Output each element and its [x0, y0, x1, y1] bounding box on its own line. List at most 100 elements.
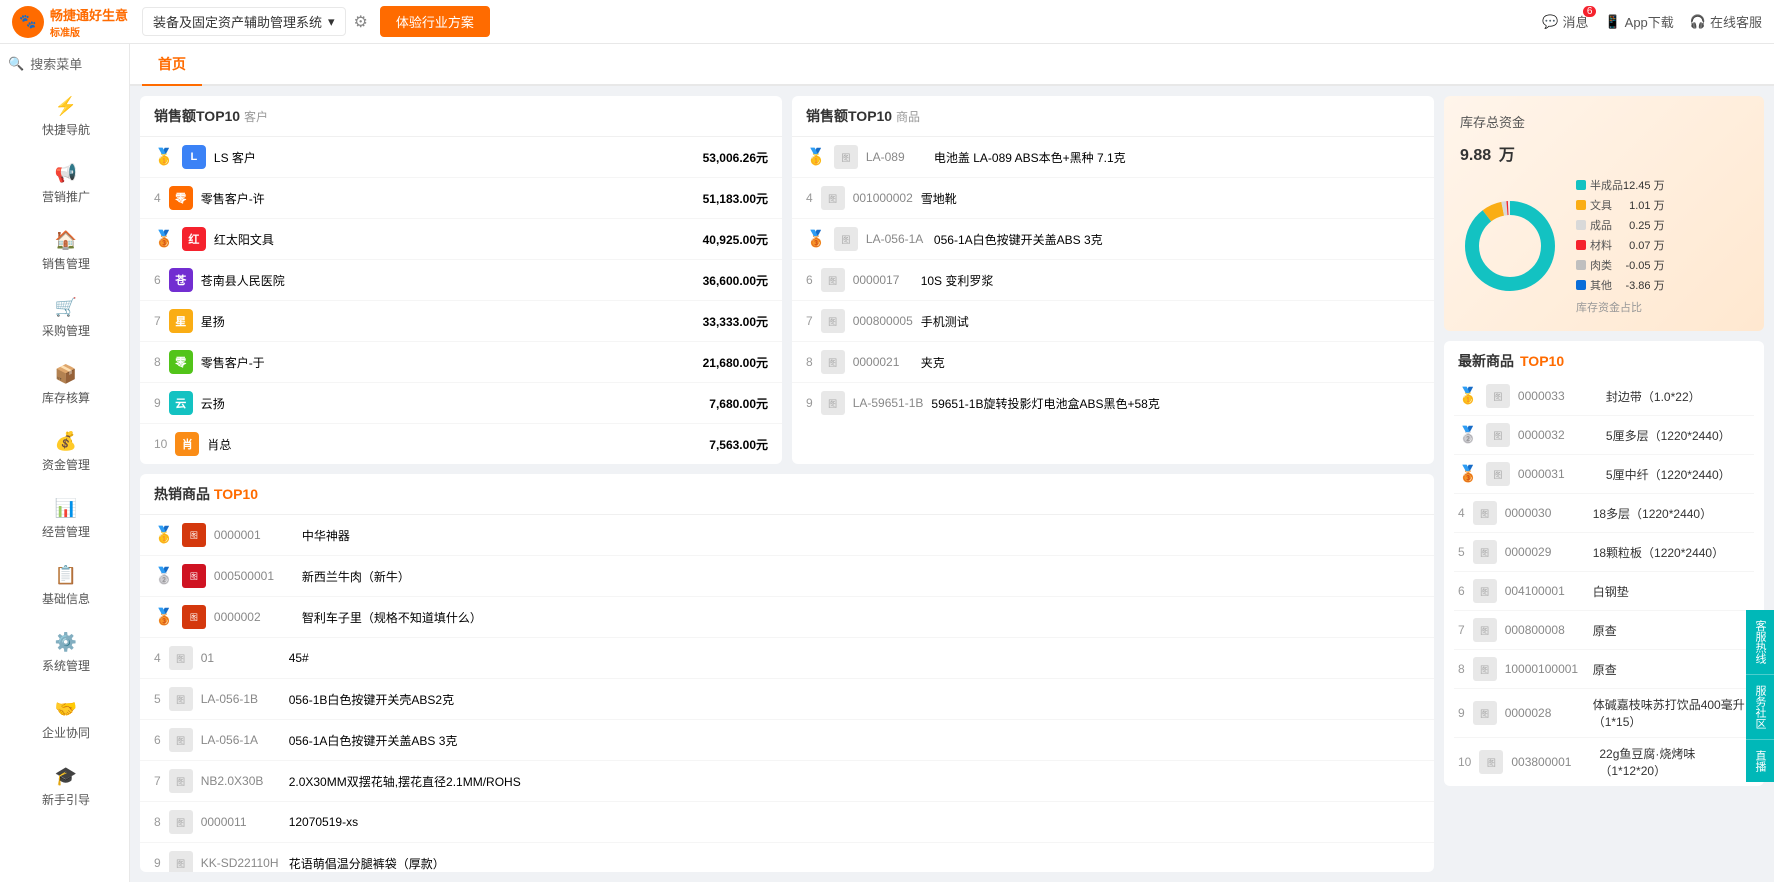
product-name: 雪地靴 [921, 190, 957, 207]
tab-home[interactable]: 首页 [142, 44, 202, 86]
sidebar-item-system[interactable]: ⚙️ 系统管理 [0, 619, 129, 686]
product-thumb: 图 [1473, 501, 1497, 525]
product-thumb: 图 [821, 391, 845, 415]
basic-info-icon: 📋 [55, 564, 77, 586]
customer-amount: 7,563.00元 [709, 436, 768, 453]
top-products-header: 销售额TOP10 商品 [792, 96, 1434, 137]
float-btn-live[interactable]: 直播 [1746, 740, 1774, 782]
top-products-sales-panel: 销售额TOP10 商品 🥇 图 LA-089 电池盖 LA-089 ABS本色+… [792, 96, 1434, 464]
product-code: 0000011 [201, 815, 281, 829]
system-name: 装备及固定资产辅助管理系统 [153, 12, 322, 31]
legend-dot [1576, 240, 1586, 250]
legend-name: 成品 [1590, 217, 1629, 233]
customer-name: 零售客户-许 [201, 190, 265, 207]
inventory-title: 库存总资金 [1460, 112, 1748, 131]
product-thumb: 图 [1479, 750, 1503, 774]
sidebar-item-enterprise[interactable]: 🤝 企业协同 [0, 686, 129, 753]
system-selector[interactable]: 装备及固定资产辅助管理系统 ▾ [142, 7, 346, 36]
product-name: 056-1B白色按键开关壳ABS2克 [289, 691, 454, 708]
product-thumb: 图 [1486, 423, 1510, 447]
product-name: 18颗粒板（1220*2440） [1593, 544, 1750, 561]
content-tabs: 首页 [130, 44, 1774, 86]
sidebar-item-finance[interactable]: 💰 资金管理 [0, 418, 129, 485]
customer-amount: 53,006.26元 [703, 149, 768, 166]
table-row: 🥉 图 LA-056-1A 056-1A白色按键开关盖ABS 3克 [792, 219, 1434, 260]
sidebar-item-new-guide[interactable]: 🎓 新手引导 [0, 753, 129, 820]
legend-name: 半成品 [1590, 177, 1623, 193]
product-code: 004100001 [1505, 584, 1585, 598]
list-item: 9 图 KK-SD22110H 花语萌倡温分腿裤袋（厚款） [140, 843, 1434, 872]
list-item: 6 图 LA-056-1A 056-1A白色按键开关盖ABS 3克 [140, 720, 1434, 761]
list-item: 🥈 图 0000032 5厘多层（1220*2440） [1454, 416, 1754, 455]
logo-icon: 🐾 [12, 6, 44, 38]
product-name: 智利车子里（规格不知道填什么） [302, 609, 482, 626]
product-thumb: 图 [1486, 462, 1510, 486]
table-row: 9 图 LA-59651-1B 59651-1B旋转投影灯电池盒ABS黑色+58… [792, 383, 1434, 423]
product-code: LA-056-1B [201, 692, 281, 706]
float-btn-community[interactable]: 服务社区 [1746, 675, 1774, 740]
customer-avatar: L [182, 145, 206, 169]
product-code: LA-056-1A [201, 733, 281, 747]
sidebar-item-operations[interactable]: 📊 经营管理 [0, 485, 129, 552]
product-name: 原查 [1593, 622, 1750, 639]
chevron-down-icon: ▾ [328, 14, 335, 30]
hot-products-header: 热销商品 TOP10 [140, 474, 1434, 515]
legend-name: 文具 [1590, 197, 1629, 213]
product-code: 10000100001 [1505, 662, 1585, 676]
product-code: 0000029 [1505, 545, 1585, 559]
app-download-button[interactable]: 📱 App下载 [1604, 12, 1673, 31]
sidebar-item-marketing[interactable]: 📢 营销推广 [0, 150, 129, 217]
product-thumb: 图 [182, 523, 206, 547]
product-name: 18多层（1220*2440） [1593, 505, 1750, 522]
product-thumb: 图 [821, 350, 845, 374]
sidebar-item-basic-info[interactable]: 📋 基础信息 [0, 552, 129, 619]
sidebar-item-purchase[interactable]: 🛒 采购管理 [0, 284, 129, 351]
service-label: 在线客服 [1710, 12, 1762, 31]
table-row: 8 图 0000021 夹克 [792, 342, 1434, 383]
message-button[interactable]: 💬 消息 6 [1542, 12, 1588, 31]
rank-number: 8 [806, 355, 813, 369]
product-name: 新西兰牛肉（新牛） [302, 568, 410, 585]
new-guide-icon: 🎓 [55, 765, 77, 787]
customer-amount: 21,680.00元 [703, 354, 768, 371]
settings-icon[interactable]: ⚙ [354, 12, 368, 32]
sidebar-item-sales[interactable]: 🏠 销售管理 [0, 217, 129, 284]
finance-icon: 💰 [55, 430, 77, 452]
table-row: 🥇 L LS 客户 53,006.26元 [140, 137, 782, 178]
product-name: 花语萌倡温分腿裤袋（厚款） [289, 855, 445, 872]
sidebar-item-inventory[interactable]: 📦 库存核算 [0, 351, 129, 418]
customer-name: 云扬 [201, 395, 225, 412]
rank-number: 7 [806, 314, 813, 328]
sidebar-item-quick-nav[interactable]: ⚡ 快捷导航 [0, 83, 129, 150]
table-row: 4 图 001000002 雪地靴 [792, 178, 1434, 219]
product-code: KK-SD22110H [201, 856, 281, 870]
trial-button[interactable]: 体验行业方案 [380, 6, 490, 37]
new-products-list: 🥇 图 0000033 封边带（1.0*22） 🥈 图 0000032 5厘多层… [1444, 377, 1764, 786]
product-code: 0000002 [214, 610, 294, 624]
product-thumb: 图 [821, 268, 845, 292]
table-row: 10 肖 肖总 7,563.00元 [140, 424, 782, 464]
product-thumb: 图 [834, 145, 858, 169]
product-code: 0000021 [853, 355, 913, 369]
list-item: 🥇 图 0000033 封边带（1.0*22） [1454, 377, 1754, 416]
sidebar-search[interactable]: 🔍 搜索菜单 [0, 44, 129, 83]
list-item: 9 图 0000028 体碱嘉枝味苏打饮品400毫升（1*15） [1454, 689, 1754, 738]
float-btn-service[interactable]: 客服热线 [1746, 610, 1774, 675]
legend-item: 半成品 12.45 万 [1576, 177, 1665, 193]
rank-number: 7 [1458, 623, 1465, 637]
main-layout: 🔍 搜索菜单 ⚡ 快捷导航 📢 营销推广 🏠 销售管理 🛒 采购管理 📦 库存核… [0, 44, 1774, 882]
product-code: 000800008 [1505, 623, 1585, 637]
legend-item: 肉类 -0.05 万 [1576, 257, 1665, 273]
panels-left: 销售额TOP10 客户 🥇 L LS 客户 53,006.26元 4 [140, 96, 1434, 872]
rank-number: 9 [154, 396, 161, 410]
customer-avatar: 云 [169, 391, 193, 415]
product-code: 001000002 [853, 191, 913, 205]
rank-number: 6 [154, 733, 161, 747]
customer-name: 肖总 [207, 436, 231, 453]
brand-name: 畅捷通好生意 [50, 5, 128, 24]
product-code: 003800001 [1511, 755, 1591, 769]
content-area: 首页 销售额TOP10 客户 🥇 L [130, 44, 1774, 882]
online-service-button[interactable]: 🎧 在线客服 [1690, 12, 1762, 31]
logo-area: 🐾 畅捷通好生意 标准版 [12, 5, 142, 39]
rank-number: 8 [1458, 662, 1465, 676]
